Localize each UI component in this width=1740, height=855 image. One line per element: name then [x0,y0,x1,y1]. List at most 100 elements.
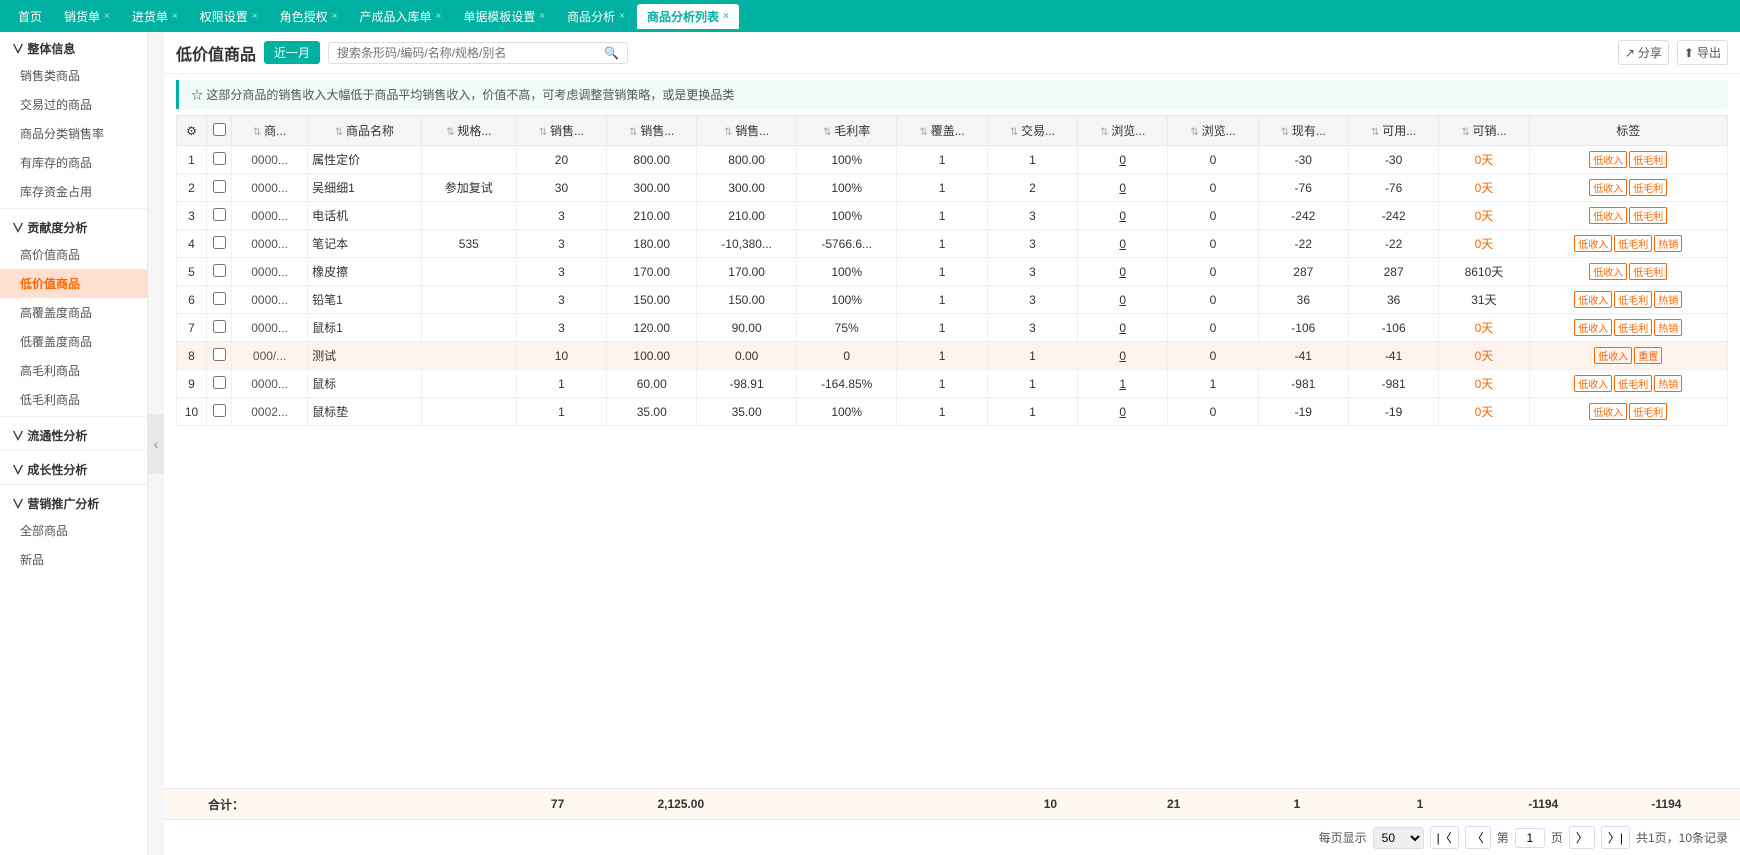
cell-view1[interactable]: 0 [1078,230,1168,258]
sidebar-item-low-profit[interactable]: 低毛利商品 [0,385,147,414]
col-view1[interactable]: 浏览... [1078,116,1168,146]
col-stock1[interactable]: 现有... [1258,116,1348,146]
cell-view1[interactable]: 0 [1078,202,1168,230]
cell-checkbox[interactable] [207,398,232,426]
table-wrapper[interactable]: ⚙ 商... 商品名称 规格... 销售... 销售... 销售... 毛利率 … [164,115,1740,788]
close-icon[interactable]: × [619,11,625,22]
sidebar-item-low-coverage[interactable]: 低覆盖度商品 [0,327,147,356]
filter-month-button[interactable]: 近一月 [264,41,320,64]
col-stock3[interactable]: 可销... [1439,116,1529,146]
nav-product-analysis[interactable]: 商品分析 × [557,4,635,29]
sidebar-item-high-value[interactable]: 高价值商品 [0,240,147,269]
page-number-input[interactable] [1515,828,1545,848]
view-link[interactable]: 0 [1119,181,1126,195]
sidebar-item-sales-products[interactable]: 销售类商品 [0,61,147,90]
sidebar-item-new-products[interactable]: 新品 [0,545,147,574]
cell-view1[interactable]: 0 [1078,146,1168,174]
sidebar-item-all-products[interactable]: 全部商品 [0,516,147,545]
col-sales2[interactable]: 销售... [607,116,697,146]
row-checkbox[interactable] [213,236,226,249]
view-link[interactable]: 0 [1119,209,1126,223]
sidebar-group-overall[interactable]: ∨ 整体信息 [0,32,147,61]
col-code[interactable]: 商... [232,116,308,146]
view-link[interactable]: 1 [1119,377,1126,391]
view-link[interactable]: 0 [1119,405,1126,419]
cell-checkbox[interactable] [207,230,232,258]
sidebar-item-high-coverage[interactable]: 高覆盖度商品 [0,298,147,327]
close-icon[interactable]: × [332,11,338,22]
row-checkbox[interactable] [213,152,226,165]
prev-page-button[interactable]: 〈 [1465,826,1491,849]
select-all-checkbox[interactable] [213,123,226,136]
row-checkbox[interactable] [213,348,226,361]
nav-purchase-order[interactable]: 进货单 × [122,4,188,29]
close-icon[interactable]: × [252,11,258,22]
sidebar-group-contribution[interactable]: ∨ 贡献度分析 [0,211,147,240]
col-settings[interactable]: ⚙ [177,116,207,146]
cell-view1[interactable]: 0 [1078,174,1168,202]
view-link[interactable]: 0 [1119,237,1126,251]
view-link[interactable]: 0 [1119,265,1126,279]
row-checkbox[interactable] [213,180,226,193]
col-stock2[interactable]: 可用... [1348,116,1438,146]
nav-product-warehouse[interactable]: 产成品入库单 × [349,4,451,29]
col-profit-rate[interactable]: 毛利率 [796,116,897,146]
close-icon[interactable]: × [723,11,729,22]
col-transaction[interactable]: 交易... [987,116,1077,146]
last-page-button[interactable]: 〉| [1601,826,1630,849]
col-view2[interactable]: 浏览... [1168,116,1258,146]
row-checkbox[interactable] [213,292,226,305]
col-coverage[interactable]: 覆盖... [897,116,987,146]
row-checkbox[interactable] [213,264,226,277]
sidebar-collapse-button[interactable]: ‹ [148,414,164,474]
cell-view1[interactable]: 0 [1078,286,1168,314]
sidebar-item-low-value[interactable]: 低价值商品 [0,269,147,298]
close-icon[interactable]: × [435,11,441,22]
search-icon[interactable]: 🔍 [604,46,619,60]
cell-checkbox[interactable] [207,146,232,174]
view-link[interactable]: 0 [1119,293,1126,307]
view-link[interactable]: 0 [1119,153,1126,167]
close-icon[interactable]: × [539,11,545,22]
sidebar-item-traded-products[interactable]: 交易过的商品 [0,90,147,119]
col-sales3[interactable]: 销售... [697,116,796,146]
sidebar-group-growth[interactable]: ∨ 成长性分析 [0,453,147,482]
row-checkbox[interactable] [213,320,226,333]
row-checkbox[interactable] [213,404,226,417]
cell-view1[interactable]: 0 [1078,314,1168,342]
cell-view1[interactable]: 0 [1078,342,1168,370]
close-icon[interactable]: × [104,11,110,22]
nav-home[interactable]: 首页 [8,4,52,29]
nav-product-analysis-list[interactable]: 商品分析列表 × [637,4,739,29]
cell-checkbox[interactable] [207,286,232,314]
sidebar-item-category-sales-rate[interactable]: 商品分类销售率 [0,119,147,148]
sidebar-group-marketing[interactable]: ∨ 营销推广分析 [0,487,147,516]
col-spec[interactable]: 规格... [421,116,516,146]
cell-view1[interactable]: 0 [1078,258,1168,286]
cell-view1[interactable]: 0 [1078,398,1168,426]
row-checkbox[interactable] [213,208,226,221]
sidebar-group-circulation[interactable]: ∨ 流通性分析 [0,419,147,448]
cell-view1[interactable]: 1 [1078,370,1168,398]
col-name[interactable]: 商品名称 [308,116,422,146]
cell-checkbox[interactable] [207,202,232,230]
nav-sales-order[interactable]: 销货单 × [54,4,120,29]
sidebar-item-stocked-products[interactable]: 有库存的商品 [0,148,147,177]
sidebar-item-inventory-capital[interactable]: 库存资金占用 [0,177,147,206]
row-checkbox[interactable] [213,376,226,389]
nav-role-auth[interactable]: 角色授权 × [270,4,348,29]
nav-template-settings[interactable]: 单据模板设置 × [453,4,555,29]
nav-permission-settings[interactable]: 权限设置 × [190,4,268,29]
sidebar-item-high-profit[interactable]: 高毛利商品 [0,356,147,385]
page-size-select[interactable]: 50 100 200 [1373,827,1424,849]
share-button[interactable]: ↗ 分享 [1618,40,1669,65]
col-checkbox[interactable] [207,116,232,146]
first-page-button[interactable]: |〈 [1430,826,1459,849]
cell-checkbox[interactable] [207,342,232,370]
cell-checkbox[interactable] [207,174,232,202]
next-page-button[interactable]: 〉 [1569,826,1595,849]
export-button[interactable]: ⬆ 导出 [1677,40,1728,65]
cell-checkbox[interactable] [207,370,232,398]
cell-checkbox[interactable] [207,258,232,286]
view-link[interactable]: 0 [1119,349,1126,363]
